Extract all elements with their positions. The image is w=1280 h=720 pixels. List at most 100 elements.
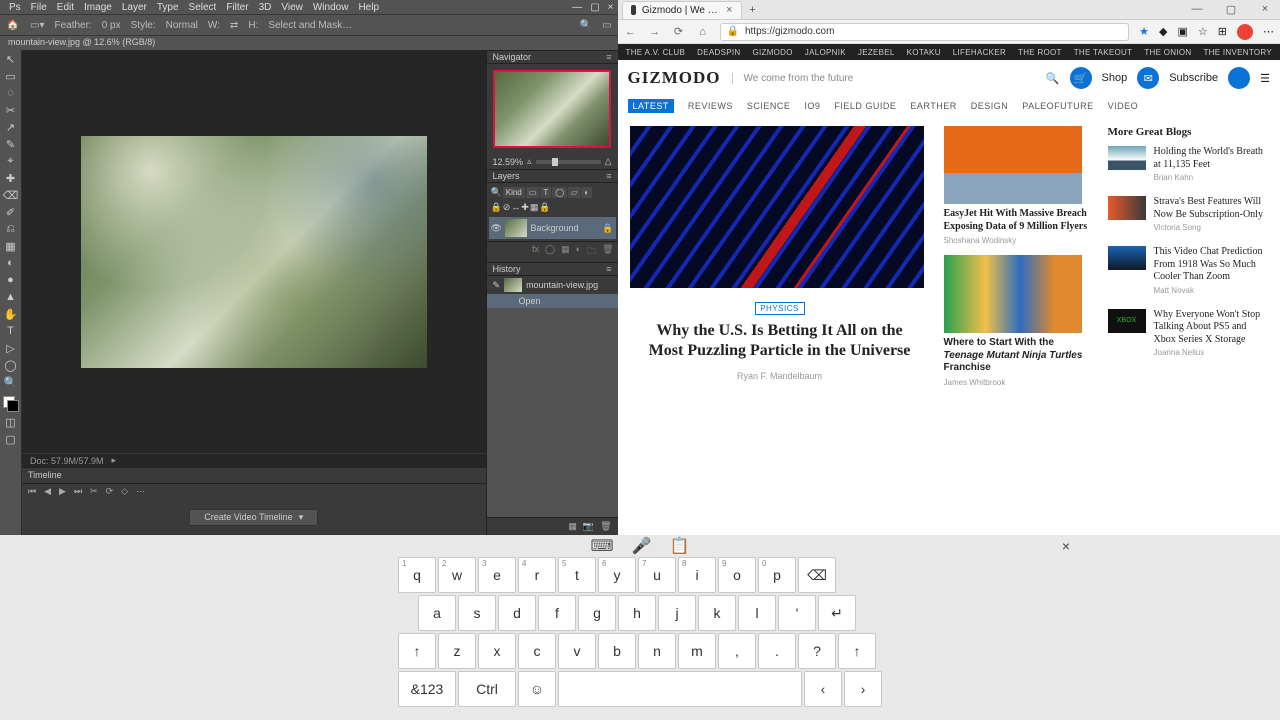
key-↵[interactable]: ↵ — [818, 595, 856, 631]
key-numlock[interactable]: &123 — [398, 671, 456, 707]
sidebar-thumb[interactable] — [1108, 246, 1146, 270]
nav-latest[interactable]: LATEST — [628, 99, 674, 113]
navigator-thumbnail[interactable] — [493, 70, 611, 148]
keyboard-close-button[interactable]: × — [1062, 538, 1070, 554]
menu-help[interactable]: Help — [353, 2, 384, 13]
tl-loop-icon[interactable]: ⟳ — [106, 486, 114, 497]
net-link[interactable]: THE INVENTORY — [1203, 48, 1272, 57]
favorite-icon[interactable]: ★ — [1139, 25, 1149, 38]
trash-icon[interactable]: 🗑 — [602, 244, 613, 260]
adjust-icon[interactable]: ▦ — [561, 244, 570, 260]
fx-icon[interactable]: fx — [532, 244, 539, 260]
tl-split-icon[interactable]: ◇ — [121, 486, 128, 497]
menu-icon[interactable]: ⋯ — [1263, 25, 1274, 38]
nav-fieldguide[interactable]: FIELD GUIDE — [834, 101, 896, 111]
story-card[interactable]: EasyJet Hit With Massive Breach Exposing… — [944, 126, 1094, 245]
sidebar-title[interactable]: This Video Chat Prediction From 1918 Was… — [1154, 246, 1268, 284]
key-e[interactable]: e3 — [478, 557, 516, 593]
url-input[interactable]: 🔒 https://gizmodo.com — [720, 23, 1130, 41]
hero-byline[interactable]: Ryan F. Mandelbaum — [630, 371, 930, 381]
refresh-button[interactable]: ⟳ — [672, 25, 686, 38]
nav-science[interactable]: SCIENCE — [747, 101, 791, 111]
key-r[interactable]: r4 — [518, 557, 556, 593]
net-link[interactable]: THE TAKEOUT — [1074, 48, 1133, 57]
avatar-icon[interactable] — [1228, 67, 1250, 89]
history-snapshot[interactable]: ✎ mountain-view.jpg — [487, 276, 618, 294]
key-l[interactable]: l — [738, 595, 776, 631]
newlayer-icon[interactable]: 🗀 — [587, 244, 596, 260]
collections-icon[interactable]: ⊞ — [1218, 25, 1227, 38]
key-k[interactable]: k — [698, 595, 736, 631]
history-brush-tool[interactable]: ✐ — [3, 205, 19, 219]
eraser-tool[interactable]: ⎌ — [3, 222, 19, 236]
zoom-tool[interactable]: 🔍 — [3, 375, 19, 389]
ps-minimize-button[interactable]: — — [572, 2, 582, 13]
new-doc-icon[interactable]: ▦ — [568, 521, 577, 532]
style-value[interactable]: Normal — [166, 20, 198, 31]
brush-tool[interactable]: ✚ — [3, 171, 19, 185]
key-q[interactable]: q1 — [398, 557, 436, 593]
sidebar-story[interactable]: Strava's Best Features Will Now Be Subsc… — [1108, 196, 1268, 232]
site-logo[interactable]: GIZMODO — [628, 68, 721, 88]
hero-image[interactable] — [630, 126, 924, 288]
new-tab-button[interactable]: + — [742, 4, 764, 16]
key-?[interactable]: ? — [798, 633, 836, 669]
favorites-icon[interactable]: ☆ — [1198, 25, 1208, 38]
lock-image-icon[interactable]: ↔ — [511, 202, 520, 213]
document-tab[interactable]: mountain-view.jpg @ 12.6% (RGB/8) — [0, 36, 618, 50]
key-c[interactable]: c — [518, 633, 556, 669]
net-link[interactable]: JEZEBEL — [858, 48, 895, 57]
tl-play-icon[interactable]: ▶ — [59, 486, 66, 497]
canvas-area[interactable] — [22, 50, 486, 453]
key-p[interactable]: p0 — [758, 557, 796, 593]
key-v[interactable]: v — [558, 633, 596, 669]
filter-adjust-icon[interactable]: T — [540, 187, 551, 198]
menu-select[interactable]: Select — [184, 2, 222, 13]
lock-all-icon[interactable]: 🔒 — [539, 202, 550, 213]
story-image[interactable] — [944, 126, 1082, 204]
story-headline[interactable]: EasyJet Hit With Massive Breach Exposing… — [944, 208, 1094, 233]
key-b[interactable]: b — [598, 633, 636, 669]
tl-mute-icon[interactable]: ✂ — [90, 486, 98, 497]
filter-smart-icon[interactable]: ◐ — [581, 187, 592, 198]
key-o[interactable]: o9 — [718, 557, 756, 593]
net-link[interactable]: THE ROOT — [1018, 48, 1062, 57]
menu-window[interactable]: Window — [308, 2, 354, 13]
zoom-slider[interactable] — [536, 160, 601, 164]
story-card[interactable]: Where to Start With the Teenage Mutant N… — [944, 255, 1094, 387]
mask-icon[interactable]: ◯ — [545, 244, 555, 260]
type-tool[interactable]: ✋ — [3, 307, 19, 321]
ext1-icon[interactable]: ◆ — [1159, 25, 1167, 38]
forward-button[interactable]: → — [648, 26, 662, 38]
tl-prev-icon[interactable]: ◀ — [44, 486, 51, 497]
key-u[interactable]: u7 — [638, 557, 676, 593]
key-t[interactable]: t5 — [558, 557, 596, 593]
menu-image[interactable]: Image — [79, 2, 117, 13]
nav-io9[interactable]: IO9 — [804, 101, 820, 111]
rect-tool[interactable]: ▷ — [3, 341, 19, 355]
key-x[interactable]: x — [478, 633, 516, 669]
net-link[interactable]: LIFEHACKER — [953, 48, 1006, 57]
net-link[interactable]: GIZMODO — [752, 48, 792, 57]
tl-next-icon[interactable]: ⏭ — [74, 486, 82, 497]
net-link[interactable]: THE ONION — [1144, 48, 1191, 57]
hero-headline[interactable]: Why the U.S. Is Betting It All on the Mo… — [630, 321, 930, 361]
status-arrow-icon[interactable]: ▸ — [112, 455, 117, 466]
key-a[interactable]: a — [418, 595, 456, 631]
key-'[interactable]: ' — [778, 595, 816, 631]
link-icon[interactable]: ⇄ — [230, 20, 238, 31]
menu-file[interactable]: File — [26, 2, 52, 13]
layer-thumbnail[interactable] — [505, 219, 527, 237]
key-space[interactable] — [558, 671, 802, 707]
sidebar-story[interactable]: XBOX Why Everyone Won't Stop Talking Abo… — [1108, 309, 1268, 358]
key-z[interactable]: z — [438, 633, 476, 669]
hamburger-icon[interactable]: ☰ — [1260, 72, 1270, 85]
panel-menu-icon[interactable]: ≡ — [606, 264, 611, 274]
net-link[interactable]: JALOPNIK — [805, 48, 846, 57]
history-step[interactable]: Open — [487, 294, 618, 308]
key-n[interactable]: n — [638, 633, 676, 669]
layers-kind-select[interactable]: Kind — [503, 187, 525, 198]
profile-icon[interactable] — [1237, 24, 1253, 40]
eyedropper-tool[interactable]: ✎ — [3, 137, 19, 151]
sidebar-thumb[interactable]: XBOX — [1108, 309, 1146, 333]
